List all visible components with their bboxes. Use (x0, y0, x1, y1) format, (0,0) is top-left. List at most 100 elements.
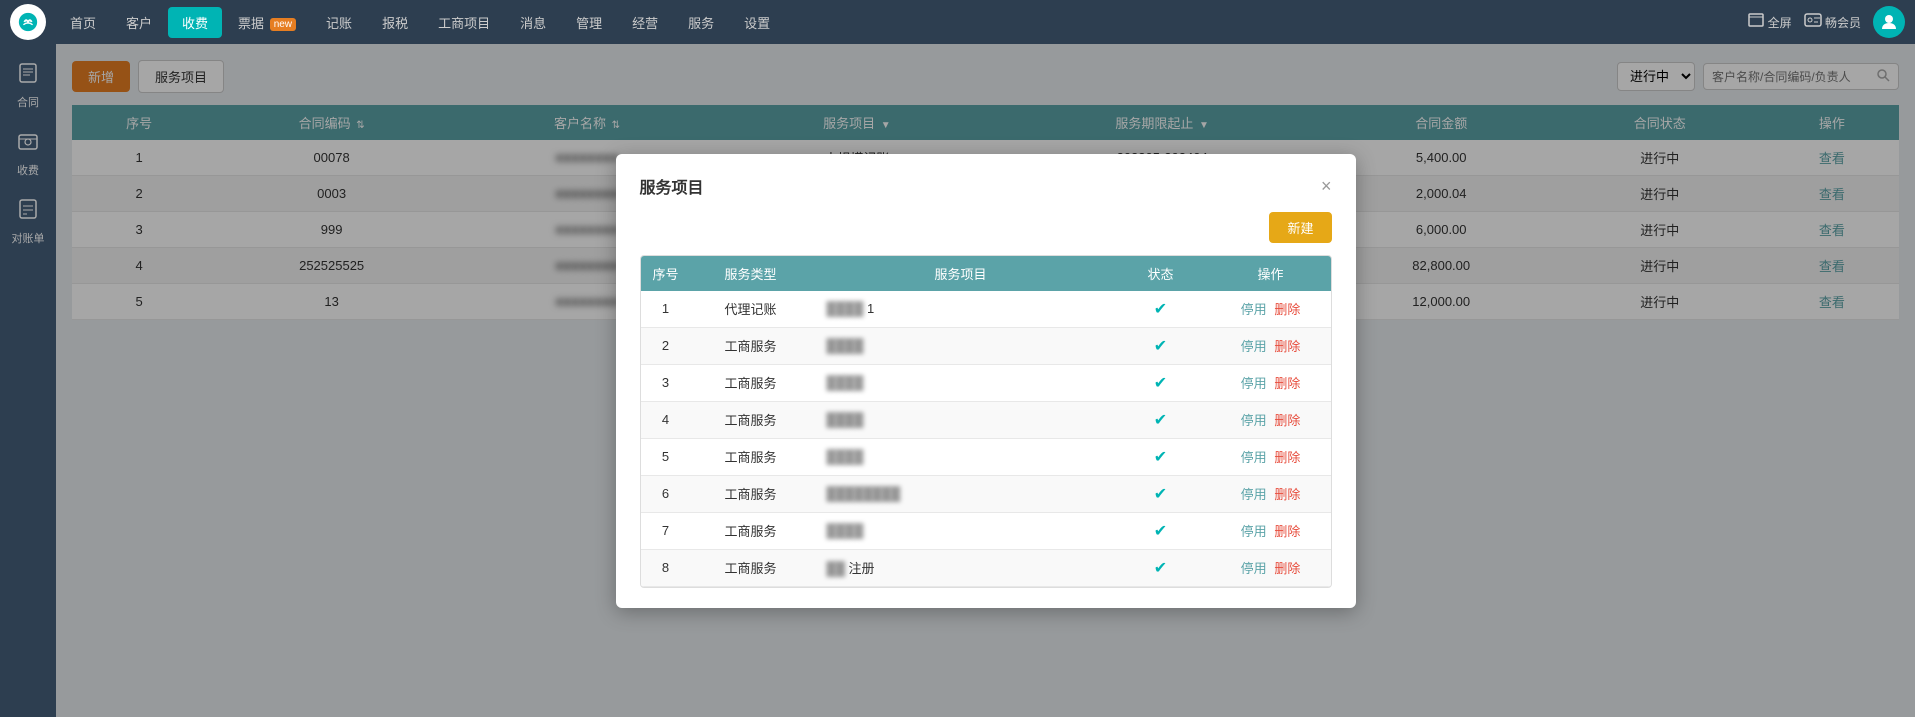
modal-row-action: 停用 删除 (1211, 364, 1331, 401)
delete-button[interactable]: 删除 (1274, 487, 1300, 502)
nav-items: 首页 客户 收费 票据 new 记账 报税 工商项目 消息 管理 经营 服务 设… (56, 7, 1748, 38)
modal-col-status: 状态 (1111, 256, 1211, 291)
delete-button[interactable]: 删除 (1274, 450, 1300, 465)
modal-row-status: ✔ (1111, 549, 1211, 586)
nav-message[interactable]: 消息 (506, 7, 560, 38)
delete-button[interactable]: 删除 (1274, 339, 1300, 354)
modal-row-seq: 6 (641, 475, 691, 512)
modal-row-action: 停用 删除 (1211, 512, 1331, 549)
modal-col-seq: 序号 (641, 256, 691, 291)
nav-service[interactable]: 服务 (674, 7, 728, 38)
nav-manage[interactable]: 管理 (562, 7, 616, 38)
sidebar: 合同 收费 对账单 (0, 44, 56, 717)
sidebar-item-fee-label: 收费 (17, 162, 39, 178)
modal-table-row: 2 工商服务 ████ ✔ 停用 删除 (641, 327, 1331, 364)
new-badge: new (270, 18, 296, 31)
sidebar-item-contract[interactable]: 合同 (3, 54, 53, 118)
modal-row-item: ████ (811, 438, 1111, 475)
modal-table-row: 3 工商服务 ████ ✔ 停用 删除 (641, 364, 1331, 401)
modal-close-button[interactable]: × (1321, 177, 1332, 195)
delete-button[interactable]: 删除 (1274, 376, 1300, 391)
modal-table-row: 5 工商服务 ████ ✔ 停用 删除 (641, 438, 1331, 475)
modal-new-button[interactable]: 新建 (1269, 212, 1331, 243)
modal-row-item: ██ 注册 (811, 549, 1111, 586)
modal-toolbar: 新建 (640, 212, 1332, 243)
top-nav: 首页 客户 收费 票据 new 记账 报税 工商项目 消息 管理 经营 服务 设… (0, 0, 1915, 44)
modal-table-wrap: 序号 服务类型 服务项目 状态 操作 1 代理记账 ████ 1 ✔ 停用 删除… (640, 255, 1332, 588)
modal-row-type: 工商服务 (691, 401, 811, 438)
modal-header: 服务项目 × (640, 174, 1332, 198)
modal-row-item: ████ (811, 401, 1111, 438)
modal-col-item: 服务项目 (811, 256, 1111, 291)
modal-row-seq: 1 (641, 291, 691, 328)
modal-row-status: ✔ (1111, 364, 1211, 401)
member-btn[interactable]: 畅会员 (1804, 13, 1861, 31)
stop-button[interactable]: 停用 (1241, 339, 1267, 354)
nav-operation[interactable]: 经营 (618, 7, 672, 38)
modal-row-seq: 2 (641, 327, 691, 364)
delete-button[interactable]: 删除 (1274, 302, 1300, 317)
stop-button[interactable]: 停用 (1241, 561, 1267, 576)
modal-row-seq: 5 (641, 438, 691, 475)
sidebar-item-statement[interactable]: 对账单 (3, 190, 53, 254)
modal-row-type: 工商服务 (691, 475, 811, 512)
stop-button[interactable]: 停用 (1241, 413, 1267, 428)
modal-row-item: ████ (811, 364, 1111, 401)
nav-right: 全屏 畅会员 (1748, 6, 1905, 38)
modal-row-type: 代理记账 (691, 291, 811, 328)
delete-button[interactable]: 删除 (1274, 561, 1300, 576)
nav-client[interactable]: 客户 (112, 7, 166, 38)
status-check-icon: ✔ (1154, 301, 1167, 318)
modal-row-action: 停用 删除 (1211, 549, 1331, 586)
modal-row-type: 工商服务 (691, 364, 811, 401)
modal-row-seq: 4 (641, 401, 691, 438)
nav-invoice[interactable]: 票据 new (224, 7, 310, 38)
nav-fee[interactable]: 收费 (168, 7, 222, 38)
content-area: 新增 服务项目 进行中 序号 合同编码 ⇅ 客户名称 (56, 44, 1915, 717)
modal-row-type: 工商服务 (691, 438, 811, 475)
modal-row-seq: 8 (641, 549, 691, 586)
statement-icon (17, 198, 39, 226)
modal-row-seq: 7 (641, 512, 691, 549)
nav-bookkeep[interactable]: 记账 (312, 7, 366, 38)
modal-table-header-row: 序号 服务类型 服务项目 状态 操作 (641, 256, 1331, 291)
modal-row-type: 工商服务 (691, 549, 811, 586)
modal-row-action: 停用 删除 (1211, 401, 1331, 438)
sidebar-item-statement-label: 对账单 (12, 230, 45, 246)
status-check-icon: ✔ (1154, 486, 1167, 503)
stop-button[interactable]: 停用 (1241, 487, 1267, 502)
status-check-icon: ✔ (1154, 338, 1167, 355)
nav-business[interactable]: 工商项目 (424, 7, 504, 38)
nav-settings[interactable]: 设置 (730, 7, 784, 38)
modal-table-row: 1 代理记账 ████ 1 ✔ 停用 删除 (641, 291, 1331, 328)
delete-button[interactable]: 删除 (1274, 524, 1300, 539)
modal-title: 服务项目 (640, 174, 704, 198)
sidebar-item-fee[interactable]: 收费 (3, 122, 53, 186)
user-avatar[interactable] (1873, 6, 1905, 38)
modal-row-item: ████ (811, 327, 1111, 364)
service-items-table: 序号 服务类型 服务项目 状态 操作 1 代理记账 ████ 1 ✔ 停用 删除… (641, 256, 1331, 587)
nav-tax[interactable]: 报税 (368, 7, 422, 38)
modal-row-action: 停用 删除 (1211, 475, 1331, 512)
stop-button[interactable]: 停用 (1241, 376, 1267, 391)
nav-home[interactable]: 首页 (56, 7, 110, 38)
status-check-icon: ✔ (1154, 375, 1167, 392)
modal-row-seq: 3 (641, 364, 691, 401)
modal-col-action: 操作 (1211, 256, 1331, 291)
delete-button[interactable]: 删除 (1274, 413, 1300, 428)
stop-button[interactable]: 停用 (1241, 450, 1267, 465)
modal-table-row: 7 工商服务 ████ ✔ 停用 删除 (641, 512, 1331, 549)
modal-row-status: ✔ (1111, 438, 1211, 475)
modal-row-item: ████ (811, 512, 1111, 549)
modal-row-status: ✔ (1111, 291, 1211, 328)
stop-button[interactable]: 停用 (1241, 524, 1267, 539)
modal-table-row: 6 工商服务 ████████ ✔ 停用 删除 (641, 475, 1331, 512)
status-check-icon: ✔ (1154, 560, 1167, 577)
modal-row-action: 停用 删除 (1211, 291, 1331, 328)
modal-table-row: 4 工商服务 ████ ✔ 停用 删除 (641, 401, 1331, 438)
modal-row-action: 停用 删除 (1211, 438, 1331, 475)
sidebar-item-contract-label: 合同 (17, 94, 39, 110)
modal-row-status: ✔ (1111, 401, 1211, 438)
fullscreen-btn[interactable]: 全屏 (1748, 13, 1791, 31)
stop-button[interactable]: 停用 (1241, 302, 1267, 317)
